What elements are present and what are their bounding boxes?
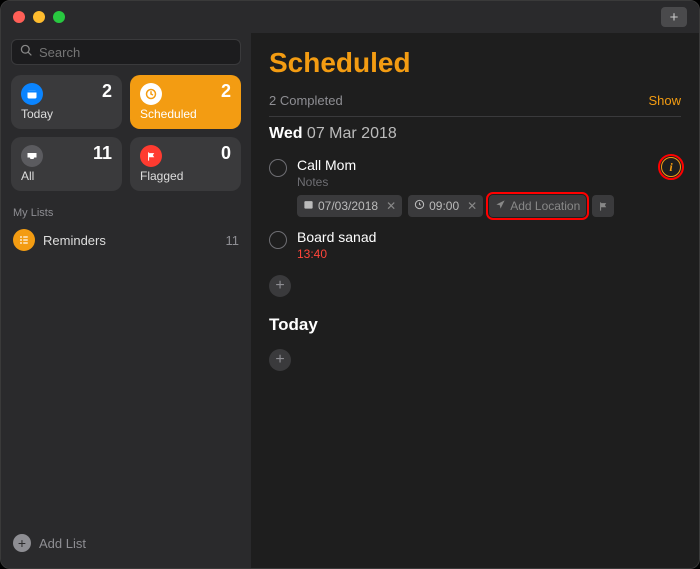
card-scheduled-label: Scheduled [140,107,231,121]
add-reminder-button[interactable]: + [661,7,687,27]
card-today-label: Today [21,107,112,121]
reminder-item: Board sanad 13:40 [269,223,681,267]
list-icon [13,229,35,251]
clock-icon [140,83,162,105]
card-flagged-label: Flagged [140,169,231,183]
flag-toggle[interactable] [592,195,614,217]
add-list-label: Add List [39,536,86,551]
card-all-count: 11 [93,143,112,164]
reminder-item: Call Mom Notes 07/03/2018 ✕ 09:00 ✕ [269,151,681,223]
clear-date-icon[interactable]: ✕ [386,199,396,213]
clock-small-icon [414,199,425,213]
card-today-count: 2 [102,81,112,102]
close-window-button[interactable] [13,11,25,23]
calendar-small-icon [303,199,314,213]
card-today[interactable]: 2 Today [11,75,122,129]
reminder-notes[interactable]: Notes [297,175,651,189]
search-input[interactable] [39,45,232,60]
reminder-due-time: 13:40 [297,247,681,261]
add-list-button[interactable]: + Add List [11,528,241,558]
completed-row: 2 Completed Show [269,93,681,117]
list-name: Reminders [43,233,106,248]
fullscreen-window-button[interactable] [53,11,65,23]
completed-count: 2 Completed [269,93,343,108]
card-all-label: All [21,169,112,183]
page-title: Scheduled [269,47,681,79]
tray-icon [21,145,43,167]
main-pane: Scheduled 2 Completed Show Wed 07 Mar 20… [251,33,699,568]
search-icon [20,44,33,60]
app-body: 2 Today 2 Scheduled 11 All [1,33,699,568]
clear-time-icon[interactable]: ✕ [467,199,477,213]
location-chip[interactable]: Add Location [489,195,586,217]
search-field[interactable] [11,39,241,65]
reminder-title[interactable]: Board sanad [297,229,681,245]
flag-icon [140,145,162,167]
sidebar: 2 Today 2 Scheduled 11 All [1,33,251,568]
card-flagged-count: 0 [221,143,231,164]
reminder-chips: 07/03/2018 ✕ 09:00 ✕ Add Location [297,195,651,217]
my-lists-heading: My Lists [13,207,239,219]
time-chip[interactable]: 09:00 ✕ [408,195,483,217]
card-scheduled[interactable]: 2 Scheduled [130,75,241,129]
add-item-button[interactable]: + [269,275,291,297]
calendar-icon [21,83,43,105]
date-header: Wed 07 Mar 2018 [269,125,681,143]
complete-toggle[interactable] [269,159,287,177]
list-count: 11 [226,233,240,248]
section-title-today: Today [269,315,681,335]
plus-circle-icon: + [13,534,31,552]
minimize-window-button[interactable] [33,11,45,23]
list-row-reminders[interactable]: Reminders 11 [11,225,241,255]
date-chip[interactable]: 07/03/2018 ✕ [297,195,402,217]
info-button[interactable]: i [661,157,681,177]
reminder-title[interactable]: Call Mom [297,157,651,173]
card-scheduled-count: 2 [221,81,231,102]
app-window: + 2 Today [0,0,700,569]
titlebar: + [1,1,699,33]
add-item-button[interactable]: + [269,349,291,371]
location-arrow-icon [495,199,506,213]
show-completed-button[interactable]: Show [648,93,681,108]
complete-toggle[interactable] [269,231,287,249]
card-flagged[interactable]: 0 Flagged [130,137,241,191]
card-all[interactable]: 11 All [11,137,122,191]
smart-list-cards: 2 Today 2 Scheduled 11 All [11,75,241,191]
traffic-lights [13,11,65,23]
